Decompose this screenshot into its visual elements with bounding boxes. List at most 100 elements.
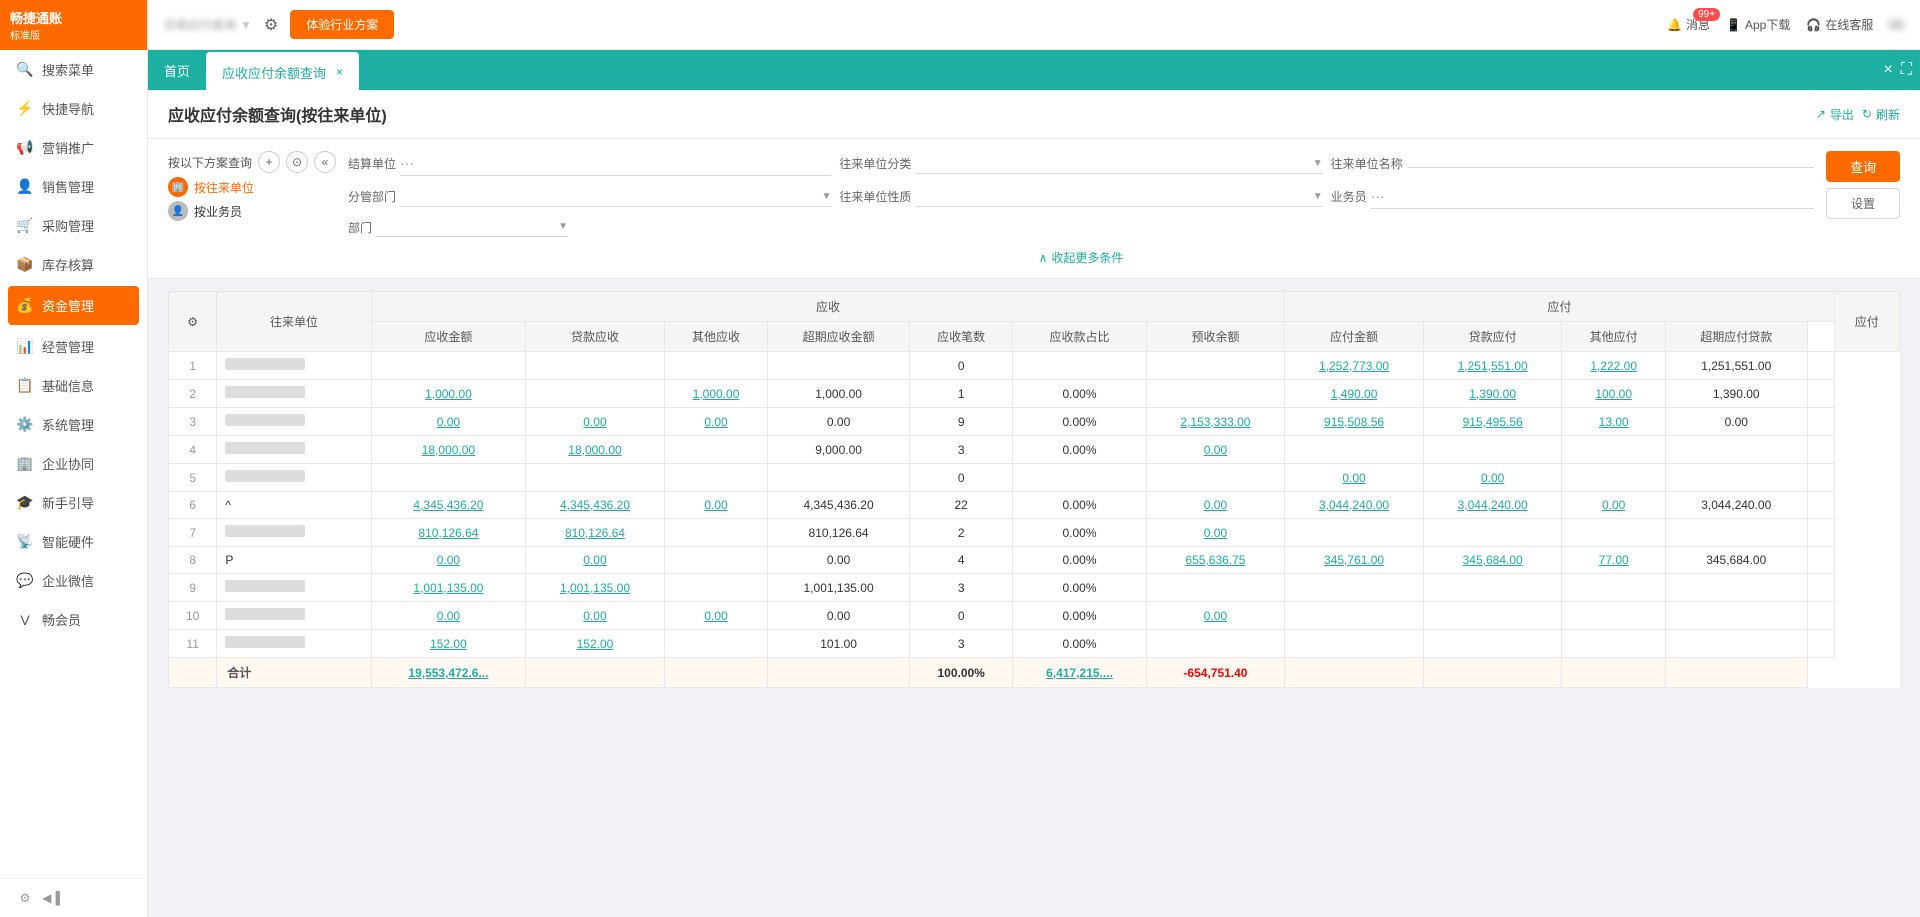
logo-text: 畅捷通账: [10, 8, 62, 27]
sidebar-item-member[interactable]: V 畅会员: [0, 600, 147, 639]
headset-icon: 🎧: [1806, 18, 1821, 32]
partner-category-chevron: ▼: [1313, 158, 1323, 169]
supervising-dept-label: 分管部门: [348, 188, 396, 205]
basic-info-icon: 📋: [16, 377, 34, 395]
partner-nature-chevron: ▼: [1313, 191, 1323, 202]
active-tab-label: 应收应付余额查询: [222, 63, 326, 82]
table-row: 91,001,135.001,001,135.001,001,135.0030.…: [169, 574, 1900, 602]
sidebar: 畅捷通账 标准版 🔍 搜索菜单 ⚡ 快捷导航 📢 营销推广 👤 销售管理 🛒 采…: [0, 0, 148, 917]
partner-nature-control[interactable]: ▼: [915, 187, 1322, 207]
filter-action-buttons: 查询 设置: [1826, 151, 1900, 266]
col-settings-gear[interactable]: ⚙: [169, 292, 217, 352]
online-service-button[interactable]: 🎧 在线客服: [1806, 16, 1873, 33]
collapse-label: 收起更多条件: [1051, 249, 1123, 266]
partner-option-icon: 🏢: [168, 177, 188, 197]
col-other-payable: 其他应付: [1562, 322, 1665, 352]
sidebar-item-operations[interactable]: 📊 经营管理: [0, 327, 147, 366]
gear-icon[interactable]: ⚙: [264, 15, 278, 35]
sidebar-item-label: 智能硬件: [42, 532, 94, 551]
department-chevron: ▼: [558, 221, 568, 232]
supervising-dept-chevron: ▼: [821, 191, 831, 202]
wecom-icon: 💬: [16, 572, 34, 590]
total-receivable-amount[interactable]: 19,553,472.6...: [371, 658, 526, 688]
col-group-payable: 应付: [1285, 292, 1834, 322]
user-name: Rit: [1889, 18, 1904, 32]
tab-home[interactable]: 首页: [148, 50, 206, 90]
table-row: 500.000.00: [169, 464, 1900, 492]
partner-category-control[interactable]: ▼: [915, 154, 1322, 174]
online-service-label: 在线客服: [1825, 16, 1873, 33]
sidebar-item-hardware[interactable]: 📡 智能硬件: [0, 522, 147, 561]
breadcrumb-text: 应收应付查询: [164, 16, 236, 33]
settings-bottom-icon[interactable]: ⚙: [16, 889, 34, 907]
system-icon: ⚙️: [16, 416, 34, 434]
partner-name-control[interactable]: [1407, 159, 1814, 168]
settings-button[interactable]: 设置: [1826, 188, 1900, 219]
department-label: 部门: [348, 219, 372, 236]
table-area: ⚙ 往来单位 应收 应付 应付: [148, 279, 1920, 917]
sidebar-item-enterprise[interactable]: 🏢 企业协同: [0, 444, 147, 483]
export-button[interactable]: ↗ 导出: [1816, 106, 1854, 123]
sidebar-item-quicknav[interactable]: ⚡ 快捷导航: [0, 89, 147, 128]
supervising-dept-control[interactable]: ▼: [400, 187, 831, 207]
tab-close-window-icon[interactable]: ×: [1883, 61, 1892, 79]
sidebar-item-label: 畅会员: [42, 610, 81, 629]
inventory-icon: 📦: [16, 256, 34, 274]
sidebar-item-label: 企业协同: [42, 454, 94, 473]
sidebar-item-guide[interactable]: 🎓 新手引导: [0, 483, 147, 522]
export-icon: ↗: [1816, 107, 1826, 121]
filter-option-salesperson-label: 按业务员: [194, 203, 242, 220]
sidebar-item-system[interactable]: ⚙️ 系统管理: [0, 405, 147, 444]
home-tab-label: 首页: [164, 61, 190, 80]
scheme-settings-button[interactable]: ⊙: [286, 151, 308, 173]
sidebar-item-label: 库存核算: [42, 255, 94, 274]
col-overdue-receivable: 超期应收金额: [768, 322, 910, 352]
quick-nav-icon: ⚡: [16, 100, 34, 118]
settlement-unit-control[interactable]: ···: [400, 151, 831, 176]
notification-badge: 99+: [1693, 8, 1720, 21]
notification-button[interactable]: 🔔 消息 99+: [1667, 16, 1710, 33]
filter-scheme: 按以下方案查询 + ⊙ « 🏢 按往来单位 👤 按业务员: [168, 151, 336, 266]
tab-bar-right: × ⛶: [1883, 61, 1920, 79]
breadcrumb-arrow: ▼: [240, 18, 252, 32]
tab-receivable-payable[interactable]: 应收应付余额查询 ×: [206, 52, 359, 92]
collapse-icon[interactable]: ◀▐: [42, 889, 60, 907]
salesperson-control[interactable]: ···: [1371, 184, 1814, 209]
gear-settings-icon[interactable]: ⚙: [187, 315, 198, 329]
query-button[interactable]: 查询: [1826, 151, 1900, 182]
refresh-button[interactable]: ↻ 刷新: [1862, 106, 1900, 123]
partner-category-label: 往来单位分类: [839, 155, 911, 172]
filter-option-salesperson[interactable]: 👤 按业务员: [168, 201, 336, 221]
sidebar-item-funds[interactable]: 💰 资金管理: [8, 286, 139, 325]
filter-option-partner[interactable]: 🏢 按往来单位: [168, 177, 336, 197]
tab-bar: 首页 应收应付余额查询 × × ⛶: [148, 50, 1920, 90]
marketing-icon: 📢: [16, 139, 34, 157]
sidebar-item-wecom[interactable]: 💬 企业微信: [0, 561, 147, 600]
sidebar-item-search[interactable]: 🔍 搜索菜单: [0, 50, 147, 89]
tab-expand-icon[interactable]: ⛶: [1901, 61, 1912, 79]
add-scheme-button[interactable]: +: [258, 151, 280, 173]
scheme-collapse-button[interactable]: «: [314, 151, 336, 173]
total-label: 合计: [217, 658, 371, 688]
logo-sub: 标准版: [10, 27, 62, 42]
tab-close-button[interactable]: ×: [336, 65, 343, 79]
table-row: 7810,126.64810,126.64810,126.6420.00%0.0…: [169, 519, 1900, 547]
sidebar-item-marketing[interactable]: 📢 营销推广: [0, 128, 147, 167]
sidebar-item-sales[interactable]: 👤 销售管理: [0, 167, 147, 206]
total-prepaid-balance[interactable]: 6,417,215....: [1013, 658, 1146, 688]
department-control[interactable]: ▼: [376, 217, 568, 237]
sidebar-item-purchase[interactable]: 🛒 采购管理: [0, 206, 147, 245]
col-receivable-count: 应收笔数: [909, 322, 1012, 352]
app-download-button[interactable]: 📱 App下载: [1726, 16, 1790, 33]
col-payable-extra: 应付: [1834, 292, 1899, 352]
page-header: 应收应付余额查询(按往来单位) ↗ 导出 ↻ 刷新: [148, 90, 1920, 139]
table-row: 6^4,345,436.204,345,436.200.004,345,436.…: [169, 492, 1900, 519]
sidebar-item-inventory[interactable]: 📦 库存核算: [0, 245, 147, 284]
sidebar-item-basic-info[interactable]: 📋 基础信息: [0, 366, 147, 405]
funds-icon: 💰: [16, 297, 34, 315]
content-area: 应收应付余额查询(按往来单位) ↗ 导出 ↻ 刷新 按以下方案查询: [148, 90, 1920, 917]
sales-icon: 👤: [16, 178, 34, 196]
collapse-button[interactable]: ∧ 收起更多条件: [348, 249, 1814, 266]
sidebar-item-label: 企业微信: [42, 571, 94, 590]
promo-button[interactable]: 体验行业方案: [290, 10, 394, 39]
